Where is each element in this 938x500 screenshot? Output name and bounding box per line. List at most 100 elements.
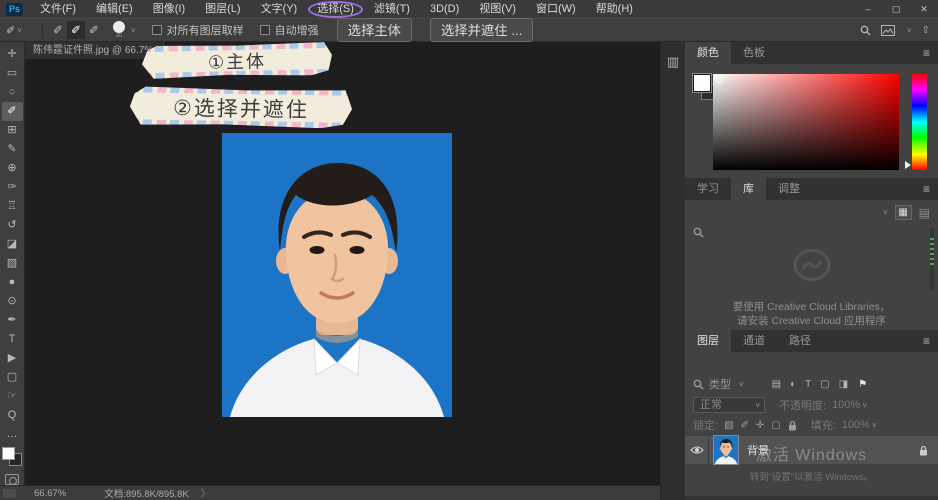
chevron-down-icon[interactable]: ˅ [883,208,888,217]
share-icon[interactable]: ⇧ [922,25,930,36]
tab-layers[interactable]: 图层 [685,329,731,352]
zoom-level[interactable]: 66.67% [34,488,66,499]
menu-edit[interactable]: 编辑(E) [86,0,143,18]
new-selection-brush-icon[interactable]: ✐ [49,21,67,39]
collapsed-panel-icon[interactable]: ▥ [667,54,679,500]
scrollbar[interactable] [930,228,934,290]
hue-slider-arrow[interactable] [905,161,911,169]
spot-healing-tool[interactable]: ⊕ [2,159,23,178]
lock-transparent-icon[interactable]: ▨ [724,420,733,431]
menu-view[interactable]: 视图(V) [469,0,526,18]
crop-tool[interactable]: ⊞ [2,121,23,140]
menu-3d[interactable]: 3D(D) [420,0,469,18]
fill-value[interactable]: 100% [842,419,870,431]
brush-size-picker[interactable]: 30 [113,21,125,39]
gradient-tool[interactable]: ▧ [2,254,23,273]
brush-tool[interactable]: ✑ [2,178,23,197]
filter-adjustment-icon[interactable]: ◐ [790,379,796,390]
eraser-tool[interactable]: ◪ [2,235,23,254]
menu-window[interactable]: 窗口(W) [526,0,586,18]
document-tab[interactable]: 陈伟霆证件照.jpg @ 66.7% [25,42,167,59]
color-picker-cursor[interactable] [716,76,723,83]
path-selection-tool[interactable]: ▶ [2,349,23,368]
panel-menu-icon[interactable]: ≡ [915,331,938,352]
tab-adjustments[interactable]: 调整 [766,177,812,200]
tab-color[interactable]: 颜色 [685,41,731,64]
menu-select[interactable]: 选择(S) [308,0,363,18]
filter-kind-label[interactable]: 类型 [709,376,731,392]
grid-view-icon[interactable]: ▦ [894,205,912,220]
select-subject-button[interactable]: 选择主体 [336,18,412,42]
filter-shape-icon[interactable]: ▢ [820,379,829,390]
menu-help[interactable]: 帮助(H) [586,0,643,18]
filter-toggle-icon[interactable]: ⚑ [858,379,867,390]
hue-slider[interactable] [905,74,927,170]
type-tool[interactable]: T [2,330,23,349]
lasso-tool[interactable]: ○ [2,83,23,102]
close-icon[interactable]: ✕ [910,4,938,15]
zoom-tool[interactable]: Q [2,406,23,425]
list-view-icon[interactable]: ▤ [919,206,930,220]
select-and-mask-button[interactable]: 选择并遮住 ... [429,18,534,42]
search-icon[interactable] [860,25,871,36]
dodge-tool[interactable]: ⊙ [2,292,23,311]
pen-tool[interactable]: ✒ [2,311,23,330]
saturation-brightness-field[interactable] [713,74,899,170]
tab-swatches[interactable]: 色板 [731,41,777,64]
subtract-selection-brush-icon[interactable]: ✐ [85,21,103,39]
chevron-down-icon[interactable]: ˅ [131,26,136,35]
blend-mode-select[interactable]: 正常 ˅ [693,397,765,413]
clone-stamp-tool[interactable]: ♖ [2,197,23,216]
lock-move-icon[interactable]: ✛ [756,420,764,431]
quick-mask-icon[interactable] [5,473,19,485]
restore-icon[interactable]: ▢ [882,4,910,15]
blur-tool[interactable]: ● [2,273,23,292]
visibility-cell[interactable] [685,436,709,464]
tool-preset-picker[interactable]: ✐ ˅ [6,24,36,37]
status-expand-icon[interactable]: 〉 [201,486,211,500]
menu-type[interactable]: 文字(Y) [251,0,308,18]
layer-thumbnail[interactable] [713,435,739,465]
auto-enhance-checkbox[interactable]: 自动增强 [259,22,319,38]
layer-name[interactable]: 背景 [747,442,769,458]
menu-layer[interactable]: 图层(L) [195,0,250,18]
filter-smart-object-icon[interactable]: ◨ [839,379,848,390]
tab-learn[interactable]: 学习 [685,177,731,200]
lock-all-icon[interactable] [788,420,797,431]
menu-image[interactable]: 图像(I) [143,0,195,18]
tab-channels[interactable]: 通道 [731,329,777,352]
lock-brush-icon[interactable]: ✐ [741,420,749,431]
search-icon[interactable] [693,379,704,390]
libraries-message-line1: 要使用 Creative Cloud Libraries， [732,301,891,313]
filter-type-icon[interactable]: T [805,379,811,390]
eye-icon[interactable] [690,445,704,455]
search-icon[interactable] [693,227,704,238]
hand-tool[interactable]: ☞ [2,387,23,406]
chevron-down-icon[interactable]: ˅ [907,26,912,35]
foreground-color-swatch[interactable] [692,73,712,93]
layer-row-background[interactable]: 背景 [685,435,938,465]
shape-tool[interactable]: ▢ [2,368,23,387]
menu-filter[interactable]: 滤镜(T) [364,0,420,18]
menu-file[interactable]: 文件(F) [30,0,86,18]
move-tool[interactable]: ✛ [2,45,23,64]
sample-all-layers-checkbox[interactable]: 对所有图层取样 [151,22,244,38]
color-swatches[interactable] [2,447,22,466]
opacity-value[interactable]: 100% [832,399,860,411]
filter-pixel-icon[interactable]: ▤ [772,379,781,390]
more-tools-icon[interactable]: … [2,425,23,444]
tab-libraries[interactable]: 库 [731,177,766,200]
panel-menu-icon[interactable]: ≡ [915,179,938,200]
tab-paths[interactable]: 路径 [777,329,823,352]
panel-menu-icon[interactable]: ≡ [915,43,938,64]
foreground-color-swatch[interactable] [2,447,15,460]
quick-selection-tool[interactable]: ✐ [1,102,23,121]
chevron-down-icon[interactable]: ˅ [739,380,744,389]
lock-artboard-icon[interactable]: ▢ [771,420,780,431]
minimize-icon[interactable]: – [854,4,882,14]
history-brush-tool[interactable]: ↺ [2,216,23,235]
workspace-icon[interactable] [881,25,895,36]
add-to-selection-brush-icon[interactable]: ✐ [67,21,85,39]
eyedropper-tool[interactable]: ✎ [2,140,23,159]
marquee-tool[interactable]: ▭ [2,64,23,83]
